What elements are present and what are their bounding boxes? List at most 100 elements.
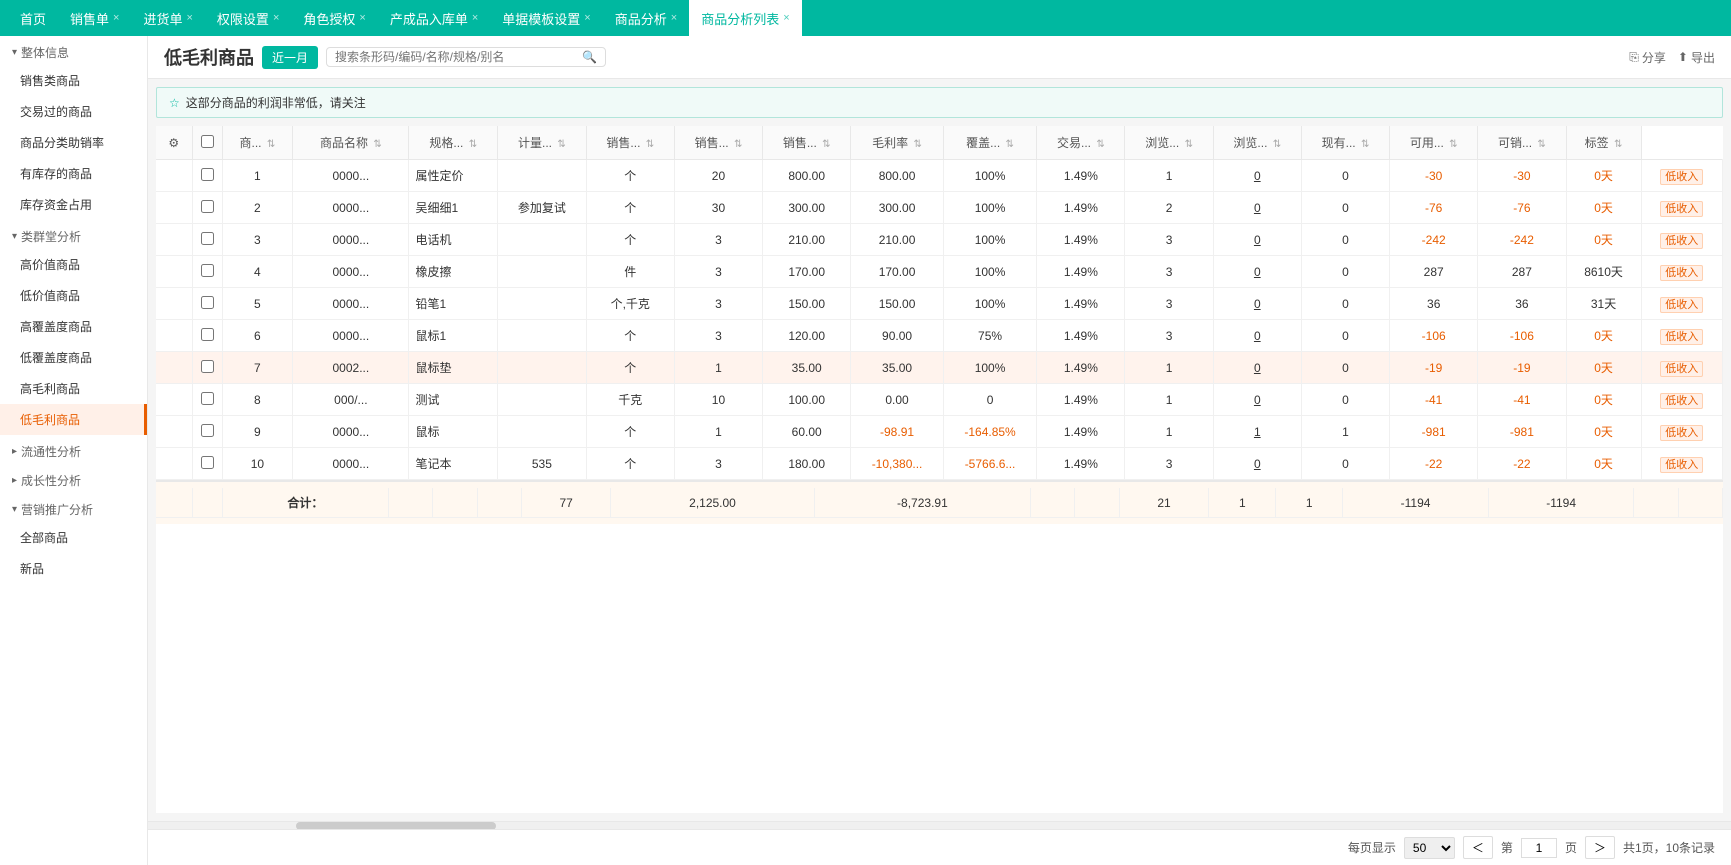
nav-item-role[interactable]: 角色授权 × xyxy=(291,0,377,36)
row-select-checkbox[interactable] xyxy=(201,232,214,245)
row-select-checkbox[interactable] xyxy=(201,392,214,405)
row-checkbox[interactable] xyxy=(192,192,222,224)
nav-item-home[interactable]: 首页 xyxy=(8,0,58,36)
row-checkbox[interactable] xyxy=(192,416,222,448)
row-checkbox[interactable] xyxy=(192,288,222,320)
row-select-checkbox[interactable] xyxy=(201,168,214,181)
time-filter-button[interactable]: 近一月 xyxy=(262,46,318,69)
row-checkbox[interactable] xyxy=(192,256,222,288)
col-coverage[interactable]: 覆盖... ⇅ xyxy=(943,126,1036,160)
share-button[interactable]: ⎘ 分享 xyxy=(1629,49,1666,66)
row-select-checkbox[interactable] xyxy=(201,328,214,341)
nav-item-permission[interactable]: 权限设置 × xyxy=(205,0,291,36)
sidebar-item-all-products[interactable]: 全部商品 xyxy=(0,522,147,553)
nav-item-template[interactable]: 单据模板设置 × xyxy=(490,0,602,36)
col-sales-qty[interactable]: 销售... ⇅ xyxy=(586,126,674,160)
close-icon[interactable]: × xyxy=(584,12,590,24)
horizontal-scrollbar[interactable] xyxy=(148,821,1731,829)
sidebar-item-stock-capital[interactable]: 库存资金占用 xyxy=(0,189,147,220)
sidebar-item-low-coverage[interactable]: 低覆盖度商品 xyxy=(0,342,147,373)
sidebar-item-high-coverage[interactable]: 高覆盖度商品 xyxy=(0,311,147,342)
row-select-checkbox[interactable] xyxy=(201,200,214,213)
col-browse2[interactable]: 浏览... ⇅ xyxy=(1213,126,1301,160)
row-sales-price: 120.00 xyxy=(763,320,851,352)
search-input[interactable] xyxy=(335,50,582,64)
col-sellable-days[interactable]: 可销... ⇅ xyxy=(1478,126,1566,160)
row-browse1[interactable]: 0 xyxy=(1213,224,1301,256)
sidebar-group-marketing[interactable]: ▾ 营销推广分析 xyxy=(0,493,147,522)
row-name: 电话机 xyxy=(409,224,498,256)
total-spec xyxy=(433,488,477,518)
row-browse1[interactable]: 0 xyxy=(1213,192,1301,224)
col-browse1[interactable]: 浏览... ⇅ xyxy=(1125,126,1213,160)
row-browse1[interactable]: 0 xyxy=(1213,288,1301,320)
sidebar-group-overall[interactable]: ▾ 整体信息 xyxy=(0,36,147,65)
sidebar-group-cluster[interactable]: ▾ 类群堂分析 xyxy=(0,220,147,249)
row-sales-price: 100.00 xyxy=(763,384,851,416)
close-icon[interactable]: × xyxy=(273,12,279,24)
row-browse1[interactable]: 0 xyxy=(1213,160,1301,192)
per-page-select[interactable]: 50 20 100 xyxy=(1404,837,1455,859)
sidebar-item-new-products[interactable]: 新品 xyxy=(0,553,147,584)
close-icon[interactable]: × xyxy=(186,12,192,24)
row-checkbox[interactable] xyxy=(192,320,222,352)
sidebar-item-traded-products[interactable]: 交易过的商品 xyxy=(0,96,147,127)
sidebar-item-stock-products[interactable]: 有库存的商品 xyxy=(0,158,147,189)
row-browse1[interactable]: 0 xyxy=(1213,384,1301,416)
nav-item-product-storage[interactable]: 产成品入库单 × xyxy=(378,0,490,36)
nav-item-purchase[interactable]: 进货单 × xyxy=(131,0,204,36)
col-checkbox[interactable] xyxy=(192,126,222,160)
sidebar-item-low-value[interactable]: 低价值商品 xyxy=(0,280,147,311)
sidebar-item-category-rate[interactable]: 商品分类助销率 xyxy=(0,127,147,158)
col-spec[interactable]: 规格... ⇅ xyxy=(409,126,498,160)
sidebar-group-growth[interactable]: ▸ 成长性分析 xyxy=(0,464,147,493)
col-available-stock[interactable]: 可用... ⇅ xyxy=(1390,126,1478,160)
col-settings[interactable]: ⚙ xyxy=(156,126,192,160)
row-browse1[interactable]: 0 xyxy=(1213,320,1301,352)
col-name[interactable]: 商品名称 ⇅ xyxy=(293,126,409,160)
export-button[interactable]: ⬆ 导出 xyxy=(1678,49,1715,66)
next-page-button[interactable]: ＞ xyxy=(1585,836,1615,859)
nav-item-sales[interactable]: 销售单 × xyxy=(58,0,131,36)
row-select-checkbox[interactable] xyxy=(201,424,214,437)
table-row: 1 0000... 属性定价 个 20 800.00 800.00 100% 1… xyxy=(156,160,1723,192)
row-select-checkbox[interactable] xyxy=(201,296,214,309)
current-page-input[interactable] xyxy=(1521,838,1557,858)
sidebar-item-low-margin[interactable]: 低毛利商品 xyxy=(0,404,147,435)
sidebar-item-high-value[interactable]: 高价值商品 xyxy=(0,249,147,280)
select-all-checkbox[interactable] xyxy=(201,135,214,148)
sidebar-item-high-margin[interactable]: 高毛利商品 xyxy=(0,373,147,404)
close-icon[interactable]: × xyxy=(671,12,677,24)
row-select-checkbox[interactable] xyxy=(201,360,214,373)
nav-item-analysis-list[interactable]: 商品分析列表 × xyxy=(689,0,801,36)
nav-item-product-analysis[interactable]: 商品分析 × xyxy=(603,0,689,36)
row-checkbox[interactable] xyxy=(192,448,222,480)
row-checkbox[interactable] xyxy=(192,352,222,384)
search-icon[interactable]: 🔍 xyxy=(582,50,597,64)
col-sales-price[interactable]: 销售... ⇅ xyxy=(674,126,762,160)
row-available-stock: 287 xyxy=(1478,256,1566,288)
row-checkbox[interactable] xyxy=(192,160,222,192)
row-browse1[interactable]: 0 xyxy=(1213,352,1301,384)
col-tag[interactable]: 标签 ⇅ xyxy=(1566,126,1641,160)
col-trade-count[interactable]: 交易... ⇅ xyxy=(1037,126,1125,160)
sidebar-item-sales-products[interactable]: 销售类商品 xyxy=(0,65,147,96)
row-browse1[interactable]: 1 xyxy=(1213,416,1301,448)
row-checkbox[interactable] xyxy=(192,224,222,256)
close-icon[interactable]: × xyxy=(472,12,478,24)
row-select-checkbox[interactable] xyxy=(201,264,214,277)
col-gross-margin[interactable]: 毛利率 ⇅ xyxy=(851,126,944,160)
row-select-checkbox[interactable] xyxy=(201,456,214,469)
close-icon[interactable]: × xyxy=(783,12,789,24)
prev-page-button[interactable]: ＜ xyxy=(1463,836,1493,859)
row-browse1[interactable]: 0 xyxy=(1213,448,1301,480)
col-current-stock[interactable]: 现有... ⇅ xyxy=(1301,126,1389,160)
col-code[interactable]: 商... ⇅ xyxy=(222,126,293,160)
sidebar-group-liquidity[interactable]: ▸ 流通性分析 xyxy=(0,435,147,464)
row-checkbox[interactable] xyxy=(192,384,222,416)
col-unit[interactable]: 计量... ⇅ xyxy=(498,126,587,160)
row-browse1[interactable]: 0 xyxy=(1213,256,1301,288)
col-sales-amount[interactable]: 销售... ⇅ xyxy=(763,126,851,160)
close-icon[interactable]: × xyxy=(113,12,119,24)
close-icon[interactable]: × xyxy=(359,12,365,24)
